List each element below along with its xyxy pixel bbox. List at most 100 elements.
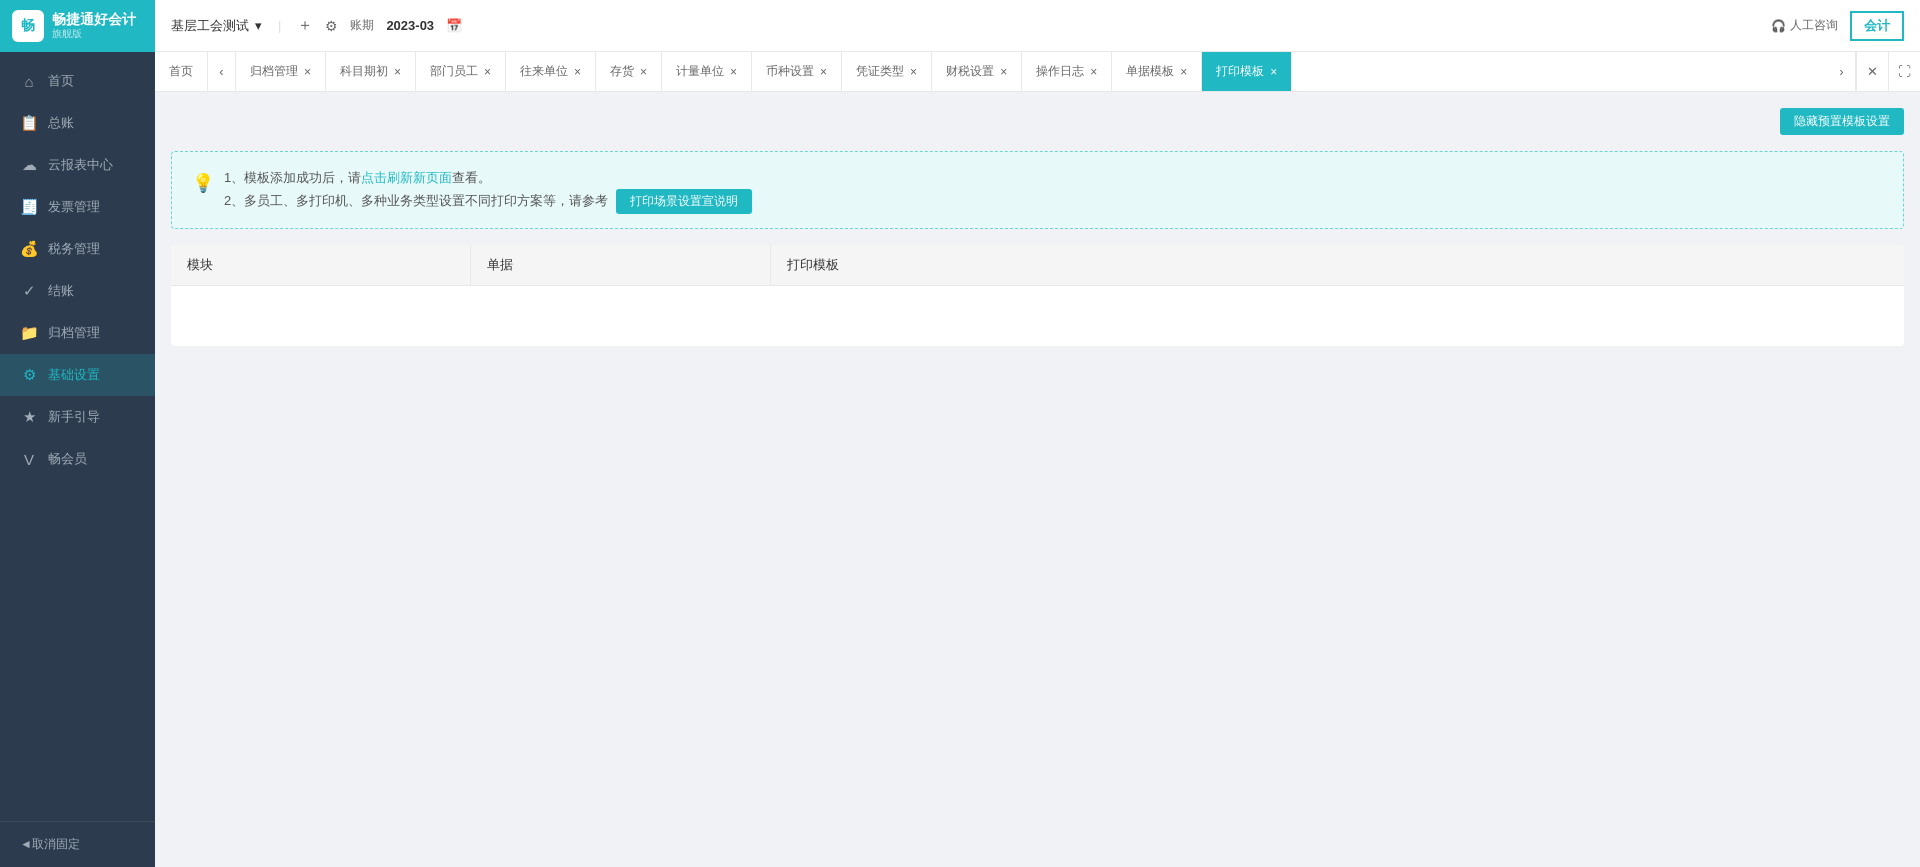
tab-close-icon[interactable]: × <box>574 65 581 79</box>
tab-label: 凭证类型 <box>856 63 904 80</box>
tab-财税设置[interactable]: 财税设置× <box>932 52 1022 92</box>
col-module: 模块 <box>171 245 471 285</box>
tab-label: 归档管理 <box>250 63 298 80</box>
tab-fullscreen[interactable]: ⛶ <box>1888 52 1920 92</box>
nav-label-member: 畅会员 <box>48 450 87 468</box>
tab-close-icon[interactable]: × <box>910 65 917 79</box>
sidebar-nav: ⌂ 首页 📋 总账 ☁ 云报表中心 🧾发票管理 💰 税务管理 ✓结账 📁 归档管理 ⚙基础设置 ★ 新手引导… <box>0 52 155 821</box>
add-tab-button[interactable]: ＋ <box>297 15 313 36</box>
tab-单据模板[interactable]: 单据模板 × <box>1112 52 1202 92</box>
main-area: 基层工会测试 ▾ | ＋ ⚙ 账期 2023-03 📅 🎧 人工咨询 会计 首页… <box>155 0 1920 867</box>
unpin-button[interactable]: ◄取消固定 <box>0 821 155 867</box>
tab-close-icon[interactable]: × <box>1000 65 1007 79</box>
tab-label: 单据模板 <box>1126 63 1174 80</box>
nav-label-report: 云报表中心 <box>48 156 113 174</box>
nav-icon-archive: 📁 <box>20 324 38 342</box>
nav-icon-ledger: 📋 <box>20 114 38 132</box>
nav-label-guide: 新手引导 <box>48 408 100 426</box>
calendar-icon[interactable]: 📅 <box>446 18 462 33</box>
settings-icon[interactable]: ⚙ <box>325 18 338 34</box>
headset-icon: 🎧 <box>1771 19 1786 33</box>
tab-往来单位[interactable]: 往来单位 × <box>506 52 596 92</box>
chevron-down-icon: ▾ <box>255 18 262 33</box>
tabbar: 首页 ‹ 归档管理×科目期初×部门员工×往来单位×存货×计量单位×币种设置×凭证… <box>155 52 1920 92</box>
sidebar-item-member[interactable]: V 畅会员 <box>0 438 155 480</box>
app-version: 旗舰版 <box>52 27 136 41</box>
tab-label: 计量单位 <box>676 63 724 80</box>
nav-icon-member: V <box>20 451 38 468</box>
table-body <box>171 286 1904 346</box>
org-selector[interactable]: 基层工会测试 ▾ <box>171 17 262 35</box>
tab-操作日志[interactable]: 操作日志× <box>1022 52 1112 92</box>
notice-content: 1、模板添加成功后，请点击刷新新页面查看。 2、多员工、多打印机、多种业务类型设… <box>224 166 752 214</box>
refresh-link[interactable]: 点击刷新新页面 <box>361 170 452 185</box>
tab-归档管理[interactable]: 归档管理 × <box>236 52 326 92</box>
sidebar-item-invoice[interactable]: 🧾发票管理 <box>0 186 155 228</box>
bulb-icon: 💡 <box>192 167 214 199</box>
tab-计量单位[interactable]: 计量单位 × <box>662 52 752 92</box>
tab-home[interactable]: 首页 <box>155 52 208 92</box>
tab-nav-left[interactable]: ‹ <box>208 52 236 92</box>
table-header: 模块 单据 打印模板 <box>171 245 1904 286</box>
tab-close-icon[interactable]: × <box>820 65 827 79</box>
org-name: 基层工会测试 <box>171 17 249 35</box>
service-button[interactable]: 🎧 人工咨询 <box>1771 17 1838 34</box>
tab-label: 打印模板 <box>1216 63 1264 80</box>
nav-label-home: 首页 <box>48 72 74 90</box>
nav-icon-report: ☁ <box>20 156 38 174</box>
nav-label-basic: 基础设置 <box>48 366 100 384</box>
period-value: 2023-03 <box>386 18 434 33</box>
tab-凭证类型[interactable]: 凭证类型 × <box>842 52 932 92</box>
tab-close-icon[interactable]: × <box>484 65 491 79</box>
sidebar-item-tax[interactable]: 💰 税务管理 <box>0 228 155 270</box>
nav-label-settle: 结账 <box>48 282 74 300</box>
explain-button[interactable]: 打印场景设置宣说明 <box>616 189 752 214</box>
col-template: 打印模板 <box>771 245 1904 285</box>
nav-icon-guide: ★ <box>20 408 38 426</box>
hide-template-button[interactable]: 隐藏预置模板设置 <box>1780 108 1904 135</box>
app-name: 畅捷通好会计 <box>52 11 136 28</box>
period-label: 账期 <box>350 17 374 34</box>
tab-close-icon[interactable]: × <box>1180 65 1187 79</box>
topbar-right: 🎧 人工咨询 会计 <box>1771 11 1904 41</box>
tab-close-icon[interactable]: × <box>304 65 311 79</box>
sidebar-item-archive[interactable]: 📁 归档管理 <box>0 312 155 354</box>
tab-打印模板[interactable]: 打印模板 × <box>1202 52 1292 92</box>
tab-close-icon[interactable]: × <box>394 65 401 79</box>
sidebar-item-basic[interactable]: ⚙基础设置 <box>0 354 155 396</box>
nav-label-ledger: 总账 <box>48 114 74 132</box>
tab-close-all[interactable]: ✕ <box>1856 52 1888 92</box>
notice-line2: 2、多员工、多打印机、多种业务类型设置不同打印方案等，请参考 打印场景设置宣说明 <box>224 189 752 214</box>
sidebar-item-guide[interactable]: ★ 新手引导 <box>0 396 155 438</box>
tab-币种设置[interactable]: 币种设置× <box>752 52 842 92</box>
col-doc: 单据 <box>471 245 771 285</box>
sidebar-item-settle[interactable]: ✓结账 <box>0 270 155 312</box>
tab-label: 往来单位 <box>520 63 568 80</box>
tab-close-icon[interactable]: × <box>1270 65 1277 79</box>
tab-label: 科目期初 <box>340 63 388 80</box>
tab-科目期初[interactable]: 科目期初 × <box>326 52 416 92</box>
tab-close-icon[interactable]: × <box>640 65 647 79</box>
notice-box: 💡 1、模板添加成功后，请点击刷新新页面查看。 2、多员工、多打印机、多种业务类… <box>171 151 1904 229</box>
data-table: 模块 单据 打印模板 <box>171 245 1904 346</box>
nav-label-tax: 税务管理 <box>48 240 100 258</box>
nav-icon-invoice: 🧾 <box>20 198 38 216</box>
sidebar-item-ledger[interactable]: 📋 总账 <box>0 102 155 144</box>
tab-label: 部门员工 <box>430 63 478 80</box>
sidebar-item-report[interactable]: ☁ 云报表中心 <box>0 144 155 186</box>
tab-部门员工[interactable]: 部门员工 × <box>416 52 506 92</box>
tab-nav-right[interactable]: › <box>1828 52 1856 92</box>
nav-icon-tax: 💰 <box>20 240 38 258</box>
tab-label: 存货 <box>610 63 634 80</box>
accountant-button[interactable]: 会计 <box>1850 11 1904 41</box>
tab-close-icon[interactable]: × <box>730 65 737 79</box>
sidebar-item-home[interactable]: ⌂ 首页 <box>0 60 155 102</box>
nav-label-archive: 归档管理 <box>48 324 100 342</box>
content-area: 隐藏预置模板设置 💡 1、模板添加成功后，请点击刷新新页面查看。 2、多员工、多… <box>155 92 1920 867</box>
action-bar: 隐藏预置模板设置 <box>171 108 1904 143</box>
nav-icon-home: ⌂ <box>20 73 38 90</box>
tab-extra-buttons: › ✕ ⛶ <box>1828 52 1920 92</box>
logo-icon: 畅 <box>12 10 44 42</box>
tab-close-icon[interactable]: × <box>1090 65 1097 79</box>
tab-存货[interactable]: 存货 × <box>596 52 662 92</box>
